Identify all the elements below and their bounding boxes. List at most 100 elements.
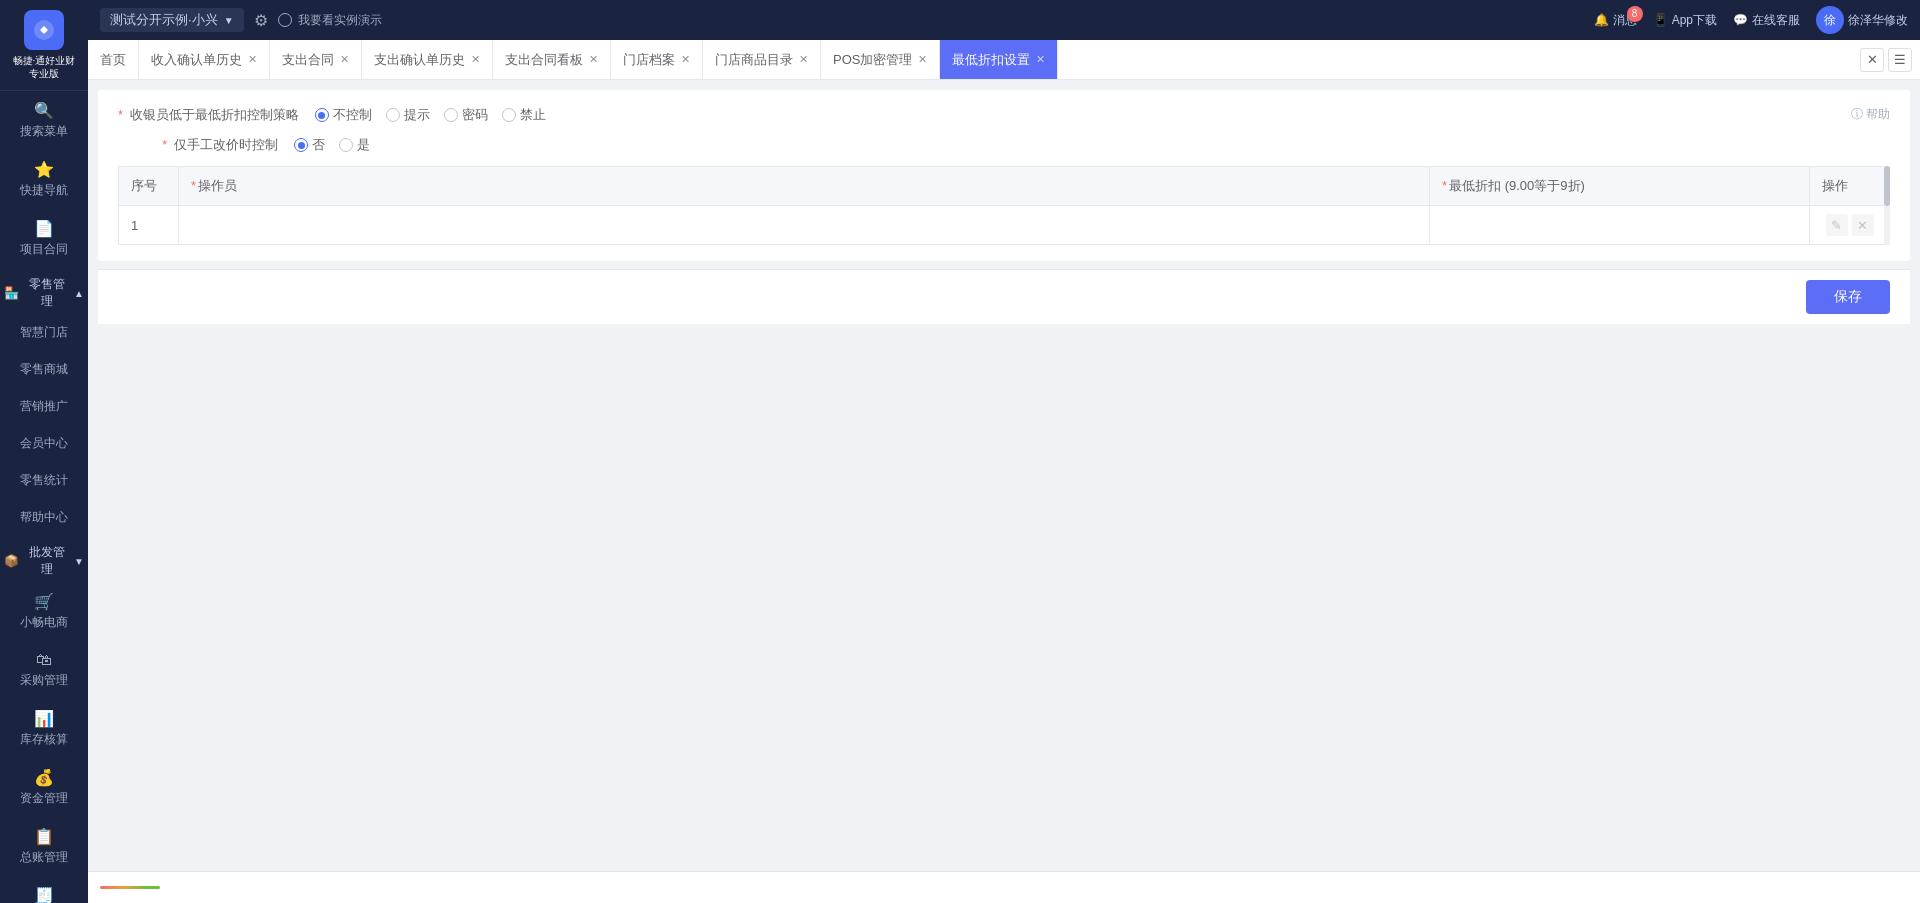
radio-circle bbox=[339, 138, 353, 152]
radio-no[interactable]: 否 bbox=[294, 136, 325, 154]
tab-store-archive[interactable]: 门店档案 ✕ bbox=[611, 40, 703, 79]
close-icon[interactable]: ✕ bbox=[471, 53, 480, 66]
sidebar-item-invoice[interactable]: 🧾 发票管理 bbox=[0, 876, 88, 903]
sidebar-item-inventory[interactable]: 📊 库存核算 bbox=[0, 699, 88, 758]
sidebar-item-ledger[interactable]: 📋 总账管理 bbox=[0, 817, 88, 876]
radio-circle bbox=[294, 138, 308, 152]
tab-expense-contract[interactable]: 支出合同 ✕ bbox=[270, 40, 362, 79]
sidebar-item-marketing[interactable]: 营销推广 bbox=[0, 388, 88, 425]
main-panel: ⓘ 帮助 * 收银员低于最低折扣控制策略 不控制 提示 bbox=[98, 90, 1910, 261]
ledger-icon: 📋 bbox=[34, 827, 54, 846]
table-row: 1 ✎ ✕ bbox=[119, 206, 1890, 245]
sidebar-item-help[interactable]: 帮助中心 bbox=[0, 499, 88, 536]
sidebar-item-label: 资金管理 bbox=[20, 790, 68, 807]
sidebar-sub-label: 智慧门店 bbox=[20, 324, 68, 341]
inventory-icon: 📊 bbox=[34, 709, 54, 728]
sidebar-item-label: 项目合同 bbox=[20, 241, 68, 258]
sidebar-logo: 畅捷·通好业财 专业版 bbox=[0, 0, 88, 91]
discount-table-area: 序号 *操作员 *最低折扣 (9.00等于9折) 操作 bbox=[118, 166, 1890, 245]
close-icon[interactable]: ✕ bbox=[918, 53, 927, 66]
col-header-operator: *操作员 bbox=[179, 167, 1430, 206]
sidebar-item-label: 搜索菜单 bbox=[20, 123, 68, 140]
sidebar-item-label: 库存核算 bbox=[20, 731, 68, 748]
tab-income-history[interactable]: 收入确认单历史 ✕ bbox=[139, 40, 270, 79]
close-icon[interactable]: ✕ bbox=[248, 53, 257, 66]
tab-expense-history[interactable]: 支出确认单历史 ✕ bbox=[362, 40, 493, 79]
radio-yes[interactable]: 是 bbox=[339, 136, 370, 154]
sidebar-sub-label: 会员中心 bbox=[20, 435, 68, 452]
cell-seq: 1 bbox=[119, 206, 179, 245]
progress-indicator bbox=[100, 886, 160, 889]
tab-pos-encrypt[interactable]: POS加密管理 ✕ bbox=[821, 40, 940, 79]
close-icon[interactable]: ✕ bbox=[1036, 53, 1045, 66]
user-menu[interactable]: 徐 徐泽华修改 bbox=[1816, 6, 1908, 34]
tab-home[interactable]: 首页 bbox=[88, 40, 139, 79]
required-marker: * bbox=[1442, 178, 1447, 193]
tab-min-discount[interactable]: 最低折扣设置 ✕ bbox=[940, 40, 1058, 79]
user-name: 徐泽华修改 bbox=[1848, 12, 1908, 29]
sidebar-item-search[interactable]: 🔍 搜索菜单 bbox=[0, 91, 88, 150]
close-icon[interactable]: ✕ bbox=[340, 53, 349, 66]
project-selector[interactable]: 测试分开示例·小兴 ▼ bbox=[100, 8, 244, 32]
cell-discount bbox=[1430, 206, 1810, 245]
tab-close-button[interactable]: ✕ bbox=[1860, 48, 1884, 72]
sidebar-item-quicknav[interactable]: ⭐ 快捷导航 bbox=[0, 150, 88, 209]
topbar: 测试分开示例·小兴 ▼ ⚙ 我要看实例演示 🔔 消息 8 📱 App下载 💬 在… bbox=[88, 0, 1920, 40]
table-scrollbar[interactable] bbox=[1884, 166, 1890, 245]
tab-expense-board[interactable]: 支出合同看板 ✕ bbox=[493, 40, 611, 79]
topbar-settings-button[interactable]: ⚙ bbox=[254, 11, 268, 30]
sidebar-item-wholesale[interactable]: 📦 批发管理 ▼ bbox=[0, 536, 88, 582]
delete-button[interactable]: ✕ bbox=[1852, 214, 1874, 236]
radio-remind[interactable]: 提示 bbox=[386, 106, 430, 124]
sidebar-item-funds[interactable]: 💰 资金管理 bbox=[0, 758, 88, 817]
col-header-discount: *最低折扣 (9.00等于9折) bbox=[1430, 167, 1810, 206]
close-icon[interactable]: ✕ bbox=[799, 53, 808, 66]
sidebar-item-retail[interactable]: 🏪 零售管理 ▲ bbox=[0, 268, 88, 314]
app-download-label: App下载 bbox=[1672, 12, 1717, 29]
sidebar-item-contract[interactable]: 📄 项目合同 bbox=[0, 209, 88, 268]
chevron-down-icon: ▼ bbox=[74, 556, 84, 567]
project-name: 测试分开示例·小兴 bbox=[110, 11, 218, 29]
radio-circle bbox=[386, 108, 400, 122]
sidebar-item-smart-store[interactable]: 智慧门店 bbox=[0, 314, 88, 351]
retail-label: 零售管理 bbox=[23, 276, 70, 310]
action-buttons: ✎ ✕ bbox=[1822, 214, 1877, 236]
sidebar-item-purchase[interactable]: 🛍 采购管理 bbox=[0, 641, 88, 699]
radio-password[interactable]: 密码 bbox=[444, 106, 488, 124]
form-row-manual-control: * 仅手工改价时控制 否 是 bbox=[118, 136, 1890, 154]
chevron-down-icon: ▼ bbox=[224, 15, 234, 26]
required-marker: * bbox=[162, 137, 167, 152]
message-button[interactable]: 🔔 消息 8 bbox=[1594, 12, 1637, 29]
save-button[interactable]: 保存 bbox=[1806, 280, 1890, 314]
tab-label: 支出确认单历史 bbox=[374, 51, 465, 69]
sidebar-item-member[interactable]: 会员中心 bbox=[0, 425, 88, 462]
edit-button[interactable]: ✎ bbox=[1826, 214, 1848, 236]
online-service-label: 在线客服 bbox=[1752, 12, 1800, 29]
demo-link[interactable]: 我要看实例演示 bbox=[278, 12, 382, 29]
sidebar-item-label: 总账管理 bbox=[20, 849, 68, 866]
help-link[interactable]: ⓘ 帮助 bbox=[1851, 106, 1890, 123]
sidebar-sub-label: 零售商城 bbox=[20, 361, 68, 378]
message-badge: 8 bbox=[1627, 6, 1643, 22]
chevron-up-icon: ▲ bbox=[74, 288, 84, 299]
sidebar-item-online-mall[interactable]: 零售商城 bbox=[0, 351, 88, 388]
tab-store-catalog[interactable]: 门店商品目录 ✕ bbox=[703, 40, 821, 79]
online-service-button[interactable]: 💬 在线客服 bbox=[1733, 12, 1800, 29]
close-icon[interactable]: ✕ bbox=[589, 53, 598, 66]
topbar-right: 🔔 消息 8 📱 App下载 💬 在线客服 徐 徐泽华修改 bbox=[1594, 6, 1908, 34]
tab-menu-button[interactable]: ☰ bbox=[1888, 48, 1912, 72]
close-icon[interactable]: ✕ bbox=[681, 53, 690, 66]
sidebar-item-retail-stats[interactable]: 零售统计 bbox=[0, 462, 88, 499]
radio-no-control[interactable]: 不控制 bbox=[315, 106, 372, 124]
app-download-button[interactable]: 📱 App下载 bbox=[1653, 12, 1717, 29]
sidebar-item-ecommerce[interactable]: 🛒 小畅电商 bbox=[0, 582, 88, 641]
manual-control-radio-group: 否 是 bbox=[294, 136, 370, 154]
ecommerce-icon: 🛒 bbox=[34, 592, 54, 611]
sidebar-sub-label: 营销推广 bbox=[20, 398, 68, 415]
col-header-seq: 序号 bbox=[119, 167, 179, 206]
tab-label: 门店档案 bbox=[623, 51, 675, 69]
radio-forbid[interactable]: 禁止 bbox=[502, 106, 546, 124]
demo-label: 我要看实例演示 bbox=[298, 12, 382, 29]
strategy-radio-group: 不控制 提示 密码 禁止 bbox=[315, 106, 546, 124]
help-icon: ⓘ bbox=[1851, 106, 1863, 123]
